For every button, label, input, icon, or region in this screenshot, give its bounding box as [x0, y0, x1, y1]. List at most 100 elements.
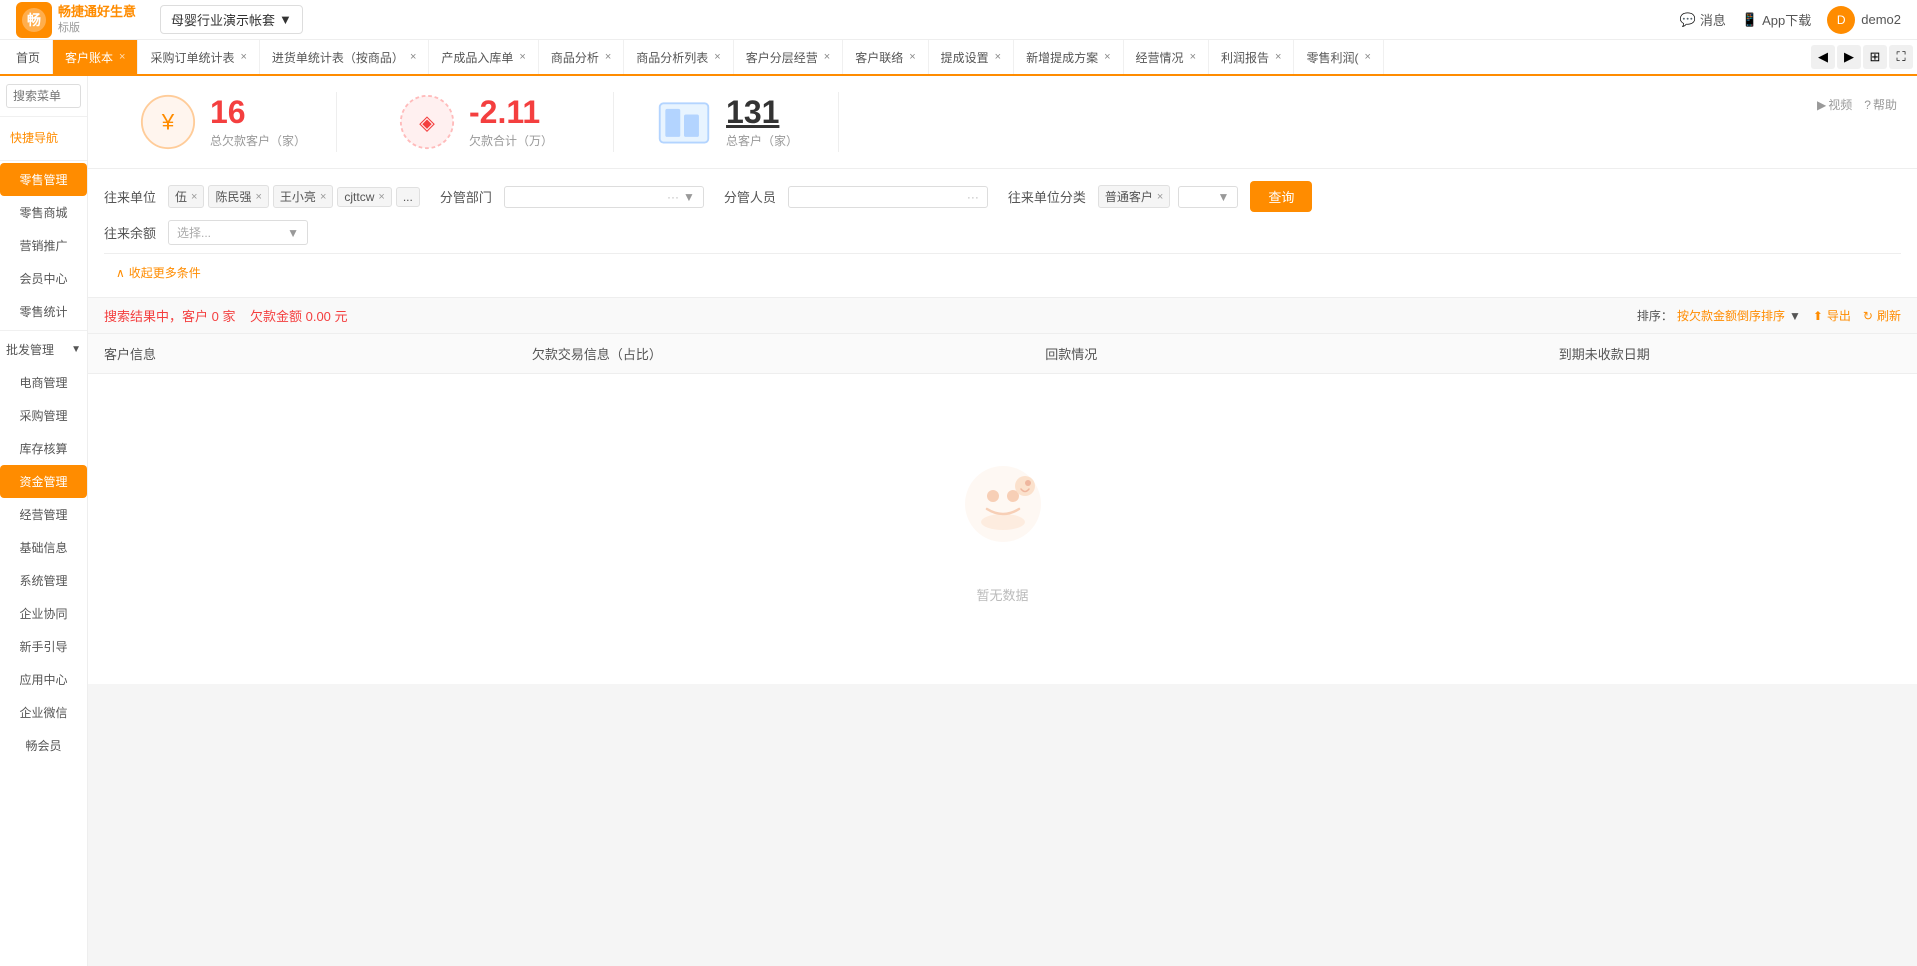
unit-filter-label: 往来单位 — [104, 187, 156, 206]
close-tab-customer-capital[interactable]: × — [119, 51, 125, 63]
balance-filter-select[interactable]: 选择... ▼ — [168, 220, 308, 245]
query-button[interactable]: 查询 — [1250, 181, 1312, 212]
logo-area: 畅 畅捷通好生意 标版 — [16, 2, 136, 38]
refresh-button[interactable]: ↻ 刷新 — [1863, 307, 1901, 324]
sidebar-item-wholesale-mgmt[interactable]: 批发管理 ▼ — [0, 333, 87, 366]
dept-arrow-icon: ▼ — [683, 190, 695, 204]
filter-tag-wangxl[interactable]: 王小亮 × — [273, 185, 333, 208]
main-content: ¥ 16 总欠款客户（家） ◈ -2.11 欠款合计（ — [88, 76, 1917, 966]
close-tab-purchase-order[interactable]: × — [240, 51, 246, 63]
tab-expand-button[interactable]: ⊞ — [1863, 45, 1887, 69]
sidebar-item-finance[interactable]: 资金管理 — [0, 465, 87, 498]
sidebar-item-inventory[interactable]: 库存核算 — [0, 432, 87, 465]
remove-tag-wangxl[interactable]: × — [320, 191, 326, 203]
tab-new-promotion-plan[interactable]: 新增提成方案 × — [1014, 40, 1123, 75]
tab-profit-report[interactable]: 利润报告 × — [1209, 40, 1294, 75]
table-header: 客户信息 欠款交易信息（占比） 回款情况 到期未收款日期 — [88, 334, 1917, 374]
avatar: D — [1827, 6, 1855, 34]
filter-tag-wu[interactable]: 伍 × — [168, 185, 204, 208]
filter-tag-more[interactable]: ... — [396, 187, 420, 207]
results-bar: 搜索结果中，客户 0 家 欠款金额 0.00 元 排序： 按欠款金额倒序排序 ▼… — [88, 298, 1917, 334]
tab-product-analysis[interactable]: 商品分析 × — [539, 40, 624, 75]
remove-tag-chenmq[interactable]: × — [255, 191, 261, 203]
sidebar-item-enterprise-wechat[interactable]: 企业微信 — [0, 696, 87, 729]
customers-value: 16 — [210, 95, 306, 130]
logo-text: 畅捷通好生意 标版 — [58, 4, 136, 35]
tab-purchase-stat-product[interactable]: 进货单统计表（按商品） × — [260, 40, 429, 75]
filter-tag-normal-customer[interactable]: 普通客户 × — [1098, 185, 1170, 208]
store-selector[interactable]: 母婴行业演示帐套 ▼ — [160, 5, 303, 34]
sidebar-item-ecommerce[interactable]: 电商管理 — [0, 366, 87, 399]
sidebar-item-quick-nav[interactable]: 快捷导航 — [4, 123, 83, 152]
tab-promotion-settings[interactable]: 提成设置 × — [929, 40, 1014, 75]
close-tab-retail-profit[interactable]: × — [1364, 51, 1370, 63]
main-layout: 快捷导航 零售管理 零售商城 营销推广 会员中心 零售统计 批发管理 ▼ 电商管… — [0, 76, 1917, 966]
sidebar-item-operations-mgmt[interactable]: 经营管理 — [0, 498, 87, 531]
sidebar-item-retail-mgmt[interactable]: 零售管理 — [0, 163, 87, 196]
remove-tag-wu[interactable]: × — [191, 191, 197, 203]
tab-product-analysis-list[interactable]: 商品分析列表 × — [624, 40, 733, 75]
tab-operations[interactable]: 经营情况 × — [1124, 40, 1209, 75]
sidebar-item-member-center[interactable]: 会员中心 — [0, 262, 87, 295]
sidebar-item-system[interactable]: 系统管理 — [0, 564, 87, 597]
close-tab-instock[interactable]: × — [519, 51, 525, 63]
collapse-button[interactable]: ∧ 收起更多条件 — [104, 260, 1901, 285]
close-tab-product-analysis-list[interactable]: × — [714, 51, 720, 63]
balance-arrow-icon: ▼ — [287, 226, 299, 240]
close-tab-purchase-product[interactable]: × — [410, 51, 416, 63]
remove-tag-cjttcw[interactable]: × — [378, 191, 384, 203]
person-filter-select[interactable]: ··· — [788, 186, 988, 208]
sidebar-item-app-center[interactable]: 应用中心 — [0, 663, 87, 696]
debt-label: 欠款合计（万） — [469, 132, 553, 149]
sort-select[interactable]: 排序： 按欠款金额倒序排序 ▼ — [1637, 307, 1801, 324]
col-customer-header: 客户信息 — [104, 344, 532, 363]
sidebar-item-free-member[interactable]: 畅会员 — [0, 729, 87, 762]
video-help-button[interactable]: ▶ 视频 — [1817, 96, 1852, 113]
customers-icon: ¥ — [138, 92, 198, 152]
dept-filter-label: 分管部门 — [440, 187, 492, 206]
close-tab-new-promotion-plan[interactable]: × — [1104, 51, 1110, 63]
search-input[interactable] — [6, 84, 81, 108]
sidebar-item-enterprise-collab[interactable]: 企业协同 — [0, 597, 87, 630]
tab-retail-profit[interactable]: 零售利润( × — [1294, 40, 1383, 75]
stat-customers: ¥ 16 总欠款客户（家） — [108, 92, 337, 152]
sidebar-item-new-guide[interactable]: 新手引导 — [0, 630, 87, 663]
tab-home[interactable]: 首页 — [4, 40, 53, 75]
close-tab-customer-tier[interactable]: × — [824, 51, 830, 63]
total-customers-icon — [654, 92, 714, 152]
export-button[interactable]: ⬆ 导出 — [1813, 307, 1851, 324]
tab-prev-button[interactable]: ◀ — [1811, 45, 1835, 69]
refresh-icon: ↻ — [1863, 309, 1873, 323]
close-tab-promotion-settings[interactable]: × — [995, 51, 1001, 63]
close-tab-operations[interactable]: × — [1190, 51, 1196, 63]
help-icon: ? — [1864, 98, 1871, 112]
top-bar: 畅 畅捷通好生意 标版 母婴行业演示帐套 ▼ 💬 消息 📱 App下载 D de… — [0, 0, 1917, 40]
close-tab-profit-report[interactable]: × — [1275, 51, 1281, 63]
filter-area: 往来单位 伍 × 陈民强 × 王小亮 × cjttcw — [88, 169, 1917, 298]
sidebar-item-basic-info[interactable]: 基础信息 — [0, 531, 87, 564]
tab-next-button[interactable]: ▶ — [1837, 45, 1861, 69]
tab-customer-contact[interactable]: 客户联络 × — [843, 40, 928, 75]
help-button[interactable]: ? 帮助 — [1864, 96, 1897, 113]
sidebar-search-area — [0, 76, 87, 117]
close-tab-product-analysis[interactable]: × — [605, 51, 611, 63]
filter-tag-chenmq[interactable]: 陈民强 × — [208, 185, 268, 208]
tab-product-instock[interactable]: 产成品入库单 × — [429, 40, 538, 75]
tab-fullscreen-button[interactable]: ⛶ — [1889, 45, 1913, 69]
unit-type-select[interactable]: ▼ — [1178, 186, 1238, 208]
dept-filter-select[interactable]: ··· ▼ — [504, 186, 704, 208]
tab-customer-capital[interactable]: 客户账本 × — [53, 40, 138, 75]
filter-tag-cjttcw[interactable]: cjttcw × — [337, 187, 391, 207]
close-tab-customer-contact[interactable]: × — [909, 51, 915, 63]
sidebar-item-retail-stats[interactable]: 零售统计 — [0, 295, 87, 328]
user-profile[interactable]: D demo2 — [1827, 6, 1901, 34]
app-download-button[interactable]: 📱 App下载 — [1742, 10, 1811, 29]
col-repayment-header: 回款情况 — [1045, 344, 1558, 363]
sidebar-item-retail-mall[interactable]: 零售商城 — [0, 196, 87, 229]
tab-customer-tier[interactable]: 客户分层经营 × — [734, 40, 843, 75]
sidebar-item-purchase[interactable]: 采购管理 — [0, 399, 87, 432]
sidebar-item-marketing[interactable]: 营销推广 — [0, 229, 87, 262]
message-button[interactable]: 💬 消息 — [1680, 10, 1726, 29]
tab-purchase-order-stat[interactable]: 采购订单统计表 × — [138, 40, 259, 75]
remove-tag-normal-customer[interactable]: × — [1157, 191, 1163, 203]
